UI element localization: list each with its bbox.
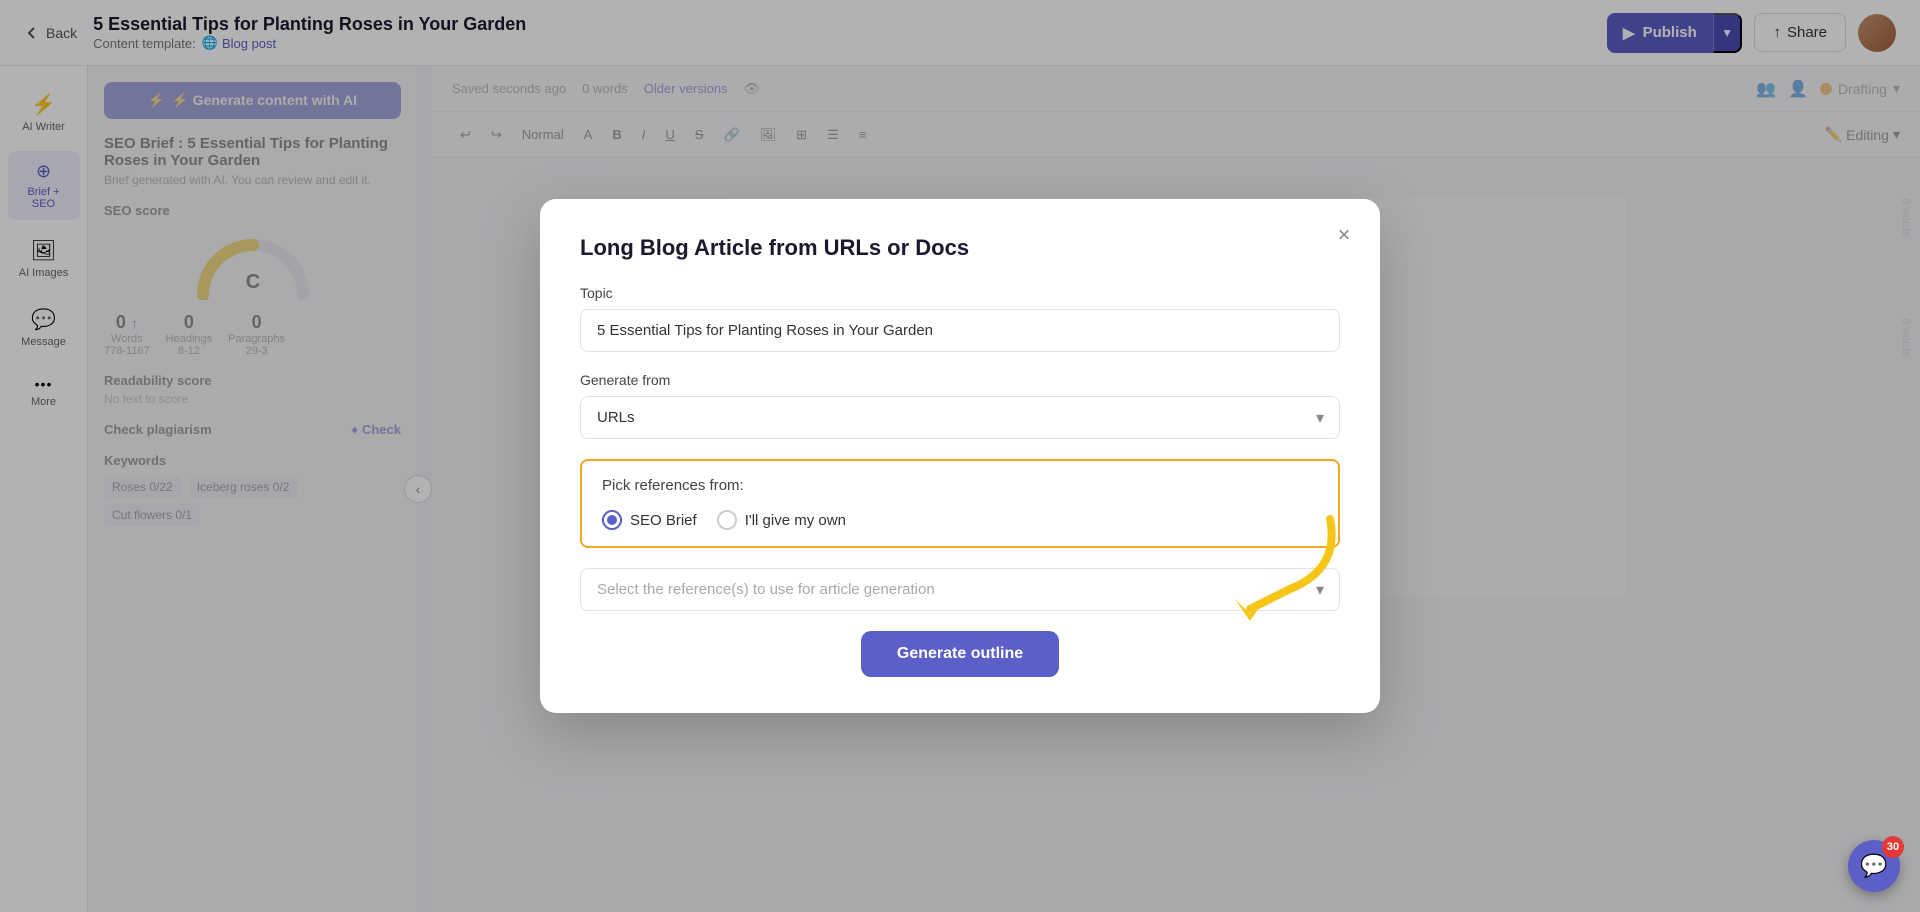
notification-badge: 30 [1882,836,1904,858]
pick-references-label: Pick references from: [602,477,846,494]
radio-seo-brief[interactable]: SEO Brief [602,510,697,530]
references-select-wrapper: Select the reference(s) to use for artic… [580,568,1340,611]
generate-outline-button[interactable]: Generate outline [861,631,1059,677]
radio-own[interactable]: I'll give my own [717,510,846,530]
generate-from-wrapper: URLs Docs Manual ▾ [580,396,1340,439]
references-select[interactable]: Select the reference(s) to use for artic… [580,568,1340,611]
modal-dialog: × Long Blog Article from URLs or Docs To… [540,199,1380,713]
generate-from-select[interactable]: URLs Docs Manual [580,396,1340,439]
radio-group: SEO Brief I'll give my own [602,510,846,530]
chat-widget[interactable]: 💬 30 [1848,840,1900,892]
radio-selected-dot [607,515,617,525]
modal-close-button[interactable]: × [1328,219,1360,251]
radio-selected-indicator [602,510,622,530]
modal-title: Long Blog Article from URLs or Docs [580,235,1340,261]
modal-overlay: × Long Blog Article from URLs or Docs To… [0,0,1920,912]
chat-icon: 💬 [1860,853,1887,879]
pick-references-content: Pick references from: SEO Brief I'll giv… [602,477,846,530]
generate-from-label: Generate from [580,372,1340,388]
topic-label: Topic [580,285,1340,301]
radio-unselected-indicator [717,510,737,530]
topic-input[interactable] [580,309,1340,352]
pick-references-box: Pick references from: SEO Brief I'll giv… [580,459,1340,548]
